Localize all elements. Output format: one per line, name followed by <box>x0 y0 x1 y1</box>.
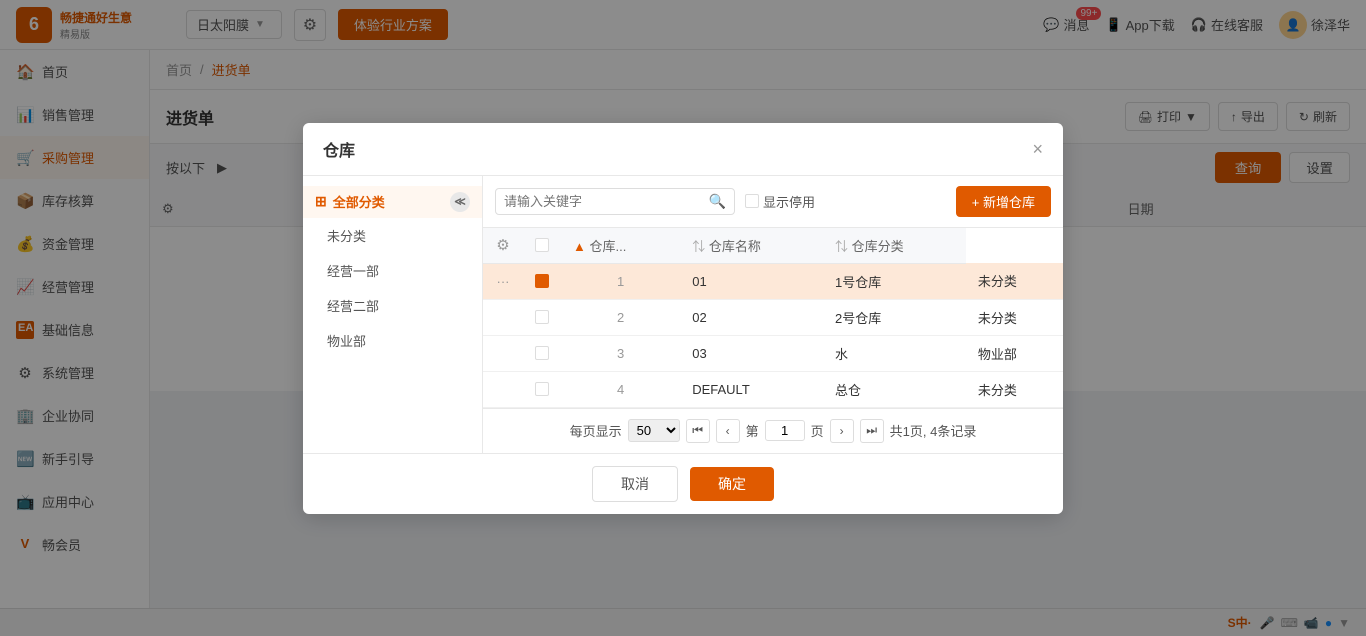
row-gear-cell <box>483 335 523 371</box>
category-item-ops2[interactable]: 经营二部 <box>303 288 482 323</box>
row-code: 01 <box>680 263 823 299</box>
row-category: 未分类 <box>966 263 1063 299</box>
warehouse-modal: 仓库 × ⊞ 全部分类 ≪ 未分类 经营一部 经营二部 <box>303 123 1063 514</box>
modal-body: ⊞ 全部分类 ≪ 未分类 经营一部 经营二部 物业部 <box>303 176 1063 453</box>
confirm-button[interactable]: 确定 <box>690 467 774 501</box>
row-checkbox-cell[interactable] <box>523 299 561 335</box>
category-item-unclassified[interactable]: 未分类 <box>303 218 482 253</box>
grid-icon: ⊞ <box>315 193 327 210</box>
row-checkbox[interactable] <box>535 382 549 396</box>
prev-page-button[interactable]: ‹ <box>716 419 740 443</box>
search-input[interactable] <box>504 194 709 209</box>
row-name: 2号仓库 <box>823 299 966 335</box>
row-num: 4 <box>561 371 680 407</box>
cancel-button[interactable]: 取消 <box>592 466 678 502</box>
col-code-header: ▲ 仓库... <box>561 228 680 264</box>
add-warehouse-button[interactable]: + 新增仓库 <box>956 186 1051 217</box>
pagination: 每页显示 50 20 100 ⏮ ‹ 第 页 › ⏭ 共1页, 4条记录 <box>483 408 1063 453</box>
sort-icon: ▲ <box>573 239 586 254</box>
row-category: 未分类 <box>966 299 1063 335</box>
row-num: 3 <box>561 335 680 371</box>
row-num: 2 <box>561 299 680 335</box>
table-row[interactable]: 2022号仓库未分类 <box>483 299 1063 335</box>
row-category: 未分类 <box>966 371 1063 407</box>
row-checkbox[interactable] <box>535 310 549 324</box>
page-size-select[interactable]: 50 20 100 <box>628 419 680 442</box>
row-code: DEFAULT <box>680 371 823 407</box>
show-disabled-checkbox[interactable]: 显示停用 <box>745 192 815 211</box>
row-name: 水 <box>823 335 966 371</box>
row-name: 1号仓库 <box>823 263 966 299</box>
row-name: 总仓 <box>823 371 966 407</box>
table-row[interactable]: 4DEFAULT总仓未分类 <box>483 371 1063 407</box>
col-category-header: ⇅ 仓库分类 <box>823 228 966 264</box>
row-checkbox-cell[interactable] <box>523 371 561 407</box>
sort-icon2: ⇅ <box>692 239 705 254</box>
col-checkbox-header <box>523 228 561 264</box>
last-page-button[interactable]: ⏭ <box>860 419 884 443</box>
next-page-button[interactable]: › <box>830 419 854 443</box>
col-name-header: ⇅ 仓库名称 <box>680 228 823 264</box>
row-num: 1 <box>561 263 680 299</box>
collapse-icon[interactable]: ≪ <box>450 192 470 212</box>
page-input[interactable] <box>765 420 805 441</box>
sort-icon3: ⇅ <box>835 239 848 254</box>
row-checkbox-cell[interactable] <box>523 335 561 371</box>
search-icon[interactable]: 🔍 <box>709 193 726 210</box>
table-panel: 🔍 显示停用 + 新增仓库 ⚙ <box>483 176 1063 453</box>
modal-table: ⚙ ▲ 仓库... ⇅ <box>483 228 1063 408</box>
table-row[interactable]: 303水物业部 <box>483 335 1063 371</box>
row-gear-cell <box>483 371 523 407</box>
table-row[interactable]: ··· 1011号仓库未分类 <box>483 263 1063 299</box>
search-box[interactable]: 🔍 <box>495 188 735 215</box>
gear-icon[interactable]: ⚙ <box>495 236 511 254</box>
first-page-button[interactable]: ⏮ <box>686 419 710 443</box>
col-settings-header: ⚙ <box>483 228 523 264</box>
category-all-item[interactable]: ⊞ 全部分类 ≪ <box>303 186 482 218</box>
category-panel: ⊞ 全部分类 ≪ 未分类 经营一部 经营二部 物业部 <box>303 176 483 453</box>
select-all-checkbox[interactable] <box>535 238 549 252</box>
category-item-ops1[interactable]: 经营一部 <box>303 253 482 288</box>
modal-close-button[interactable]: × <box>1032 140 1043 158</box>
row-category: 物业部 <box>966 335 1063 371</box>
row-code: 02 <box>680 299 823 335</box>
row-gear-cell: ··· <box>483 263 523 299</box>
modal-title: 仓库 <box>323 137 355 161</box>
row-gear-cell <box>483 299 523 335</box>
modal-header: 仓库 × <box>303 123 1063 176</box>
category-item-property[interactable]: 物业部 <box>303 323 482 358</box>
table-scroll[interactable]: ⚙ ▲ 仓库... ⇅ <box>483 228 1063 408</box>
row-checkbox[interactable] <box>535 274 549 288</box>
modal-footer: 取消 确定 <box>303 453 1063 514</box>
row-checkbox[interactable] <box>535 346 549 360</box>
row-code: 03 <box>680 335 823 371</box>
modal-backdrop: 仓库 × ⊞ 全部分类 ≪ 未分类 经营一部 经营二部 <box>0 0 1366 636</box>
disabled-checkbox[interactable] <box>745 194 759 208</box>
table-toolbar: 🔍 显示停用 + 新增仓库 <box>483 176 1063 228</box>
row-checkbox-cell[interactable] <box>523 263 561 299</box>
